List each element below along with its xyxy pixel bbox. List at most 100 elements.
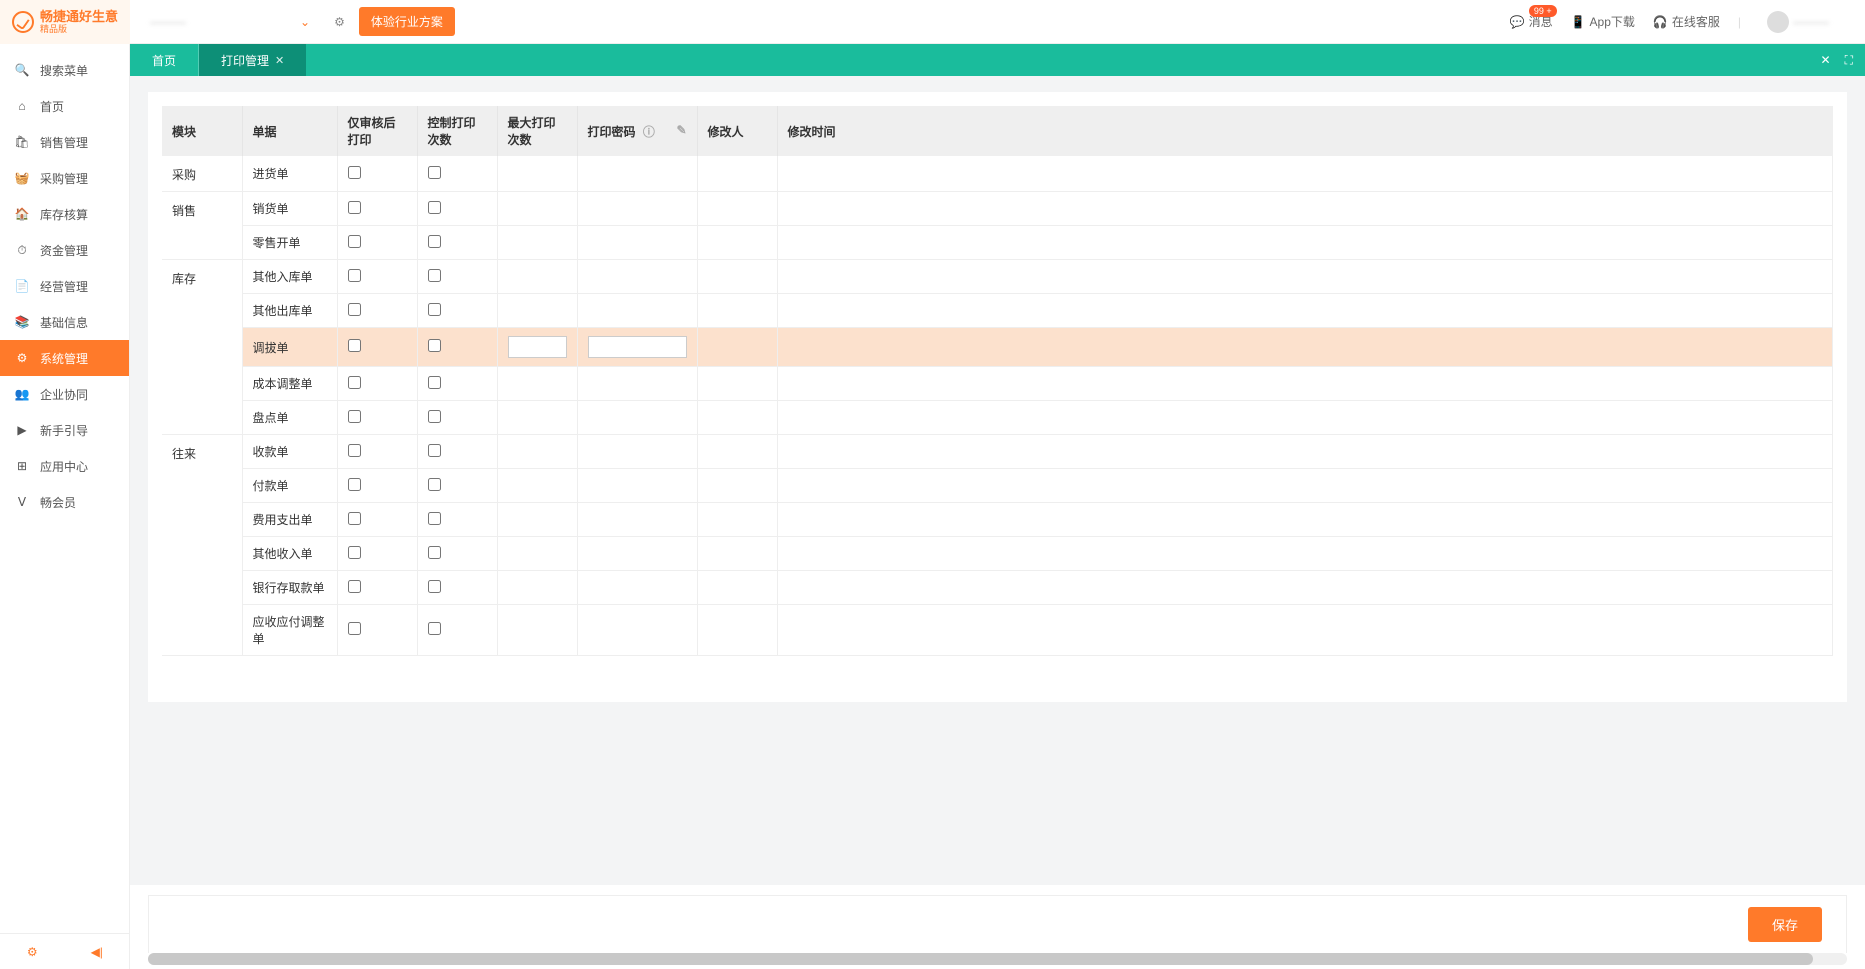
pwd-cell — [577, 294, 697, 328]
limit-checkbox[interactable] — [428, 166, 441, 179]
sidebar-item-coop[interactable]: 👥企业协同 — [0, 376, 129, 412]
audited-checkbox[interactable] — [348, 580, 361, 593]
time-cell — [777, 605, 1833, 656]
doc-cell: 银行存取款单 — [242, 571, 337, 605]
sidebar-item-label: 首页 — [40, 98, 64, 115]
messages-button[interactable]: 💬 消息 99 + — [1510, 13, 1553, 30]
sidebar-item-home[interactable]: ⌂首页 — [0, 88, 129, 124]
tab-0[interactable]: 首页 — [130, 44, 199, 76]
audited-cell — [337, 192, 417, 226]
limit-checkbox[interactable] — [428, 303, 441, 316]
sidebar-item-stock[interactable]: 🏠库存核算 — [0, 196, 129, 232]
fullscreen-icon[interactable]: ⛶ — [1845, 53, 1853, 68]
audited-checkbox[interactable] — [348, 622, 361, 635]
scrollbar-thumb[interactable] — [148, 953, 1813, 965]
save-button[interactable]: 保存 — [1748, 907, 1822, 942]
table-row: 其他收入单 — [162, 537, 1833, 571]
time-cell — [777, 469, 1833, 503]
audited-checkbox[interactable] — [348, 235, 361, 248]
doc-cell: 收款单 — [242, 435, 337, 469]
audited-cell — [337, 605, 417, 656]
help-icon[interactable]: ⓘ — [643, 125, 655, 139]
account-switcher[interactable]: ——— ⌄ — [150, 15, 320, 29]
table-row: 付款单 — [162, 469, 1833, 503]
tab-1[interactable]: 打印管理✕ — [199, 44, 306, 76]
time-cell — [777, 192, 1833, 226]
limit-checkbox[interactable] — [428, 512, 441, 525]
time-cell — [777, 328, 1833, 367]
audited-cell — [337, 156, 417, 192]
audited-checkbox[interactable] — [348, 512, 361, 525]
audited-checkbox[interactable] — [348, 201, 361, 214]
sidebar-bottom-collapse[interactable]: ◀| — [65, 934, 130, 969]
audited-checkbox[interactable] — [348, 410, 361, 423]
audited-checkbox[interactable] — [348, 546, 361, 559]
max-cell — [497, 469, 577, 503]
sidebar-item-label: 畅会员 — [40, 494, 76, 511]
audited-checkbox[interactable] — [348, 339, 361, 352]
brand-name: 畅捷通好生意 — [40, 10, 118, 23]
time-cell — [777, 260, 1833, 294]
pwd-cell — [577, 435, 697, 469]
limit-checkbox[interactable] — [428, 580, 441, 593]
audited-checkbox[interactable] — [348, 269, 361, 282]
tab-close-all-icon[interactable]: ✕ — [1821, 53, 1831, 67]
time-cell — [777, 226, 1833, 260]
user-menu[interactable]: ——— — [1759, 11, 1853, 33]
audited-cell — [337, 435, 417, 469]
audited-cell — [337, 260, 417, 294]
sidebar-item-vip[interactable]: Ⅴ畅会员 — [0, 484, 129, 520]
tab-close-icon[interactable]: ✕ — [275, 54, 284, 67]
sidebar-item-base[interactable]: 📚基础信息 — [0, 304, 129, 340]
limit-cell — [417, 503, 497, 537]
limit-checkbox[interactable] — [428, 376, 441, 389]
sidebar-item-purchase[interactable]: 🧺采购管理 — [0, 160, 129, 196]
online-service-button[interactable]: 🎧 在线客服 — [1653, 13, 1720, 30]
limit-checkbox[interactable] — [428, 478, 441, 491]
sidebar-item-guide[interactable]: ▶新手引导 — [0, 412, 129, 448]
industry-plan-button[interactable]: 体验行业方案 — [359, 7, 455, 36]
audited-cell — [337, 503, 417, 537]
horizontal-scrollbar[interactable] — [148, 953, 1847, 965]
headset-icon: 🎧 — [1653, 15, 1668, 29]
sidebar-item-sales[interactable]: 🛍销售管理 — [0, 124, 129, 160]
sidebar-item-sys[interactable]: ⚙系统管理 — [0, 340, 129, 376]
edit-column-icon[interactable]: ✎ — [676, 123, 686, 137]
max-count-input[interactable] — [508, 336, 567, 358]
limit-checkbox[interactable] — [428, 444, 441, 457]
audited-checkbox[interactable] — [348, 303, 361, 316]
coop-icon: 👥 — [14, 387, 30, 401]
sidebar-item-search[interactable]: 🔍搜索菜单 — [0, 52, 129, 88]
print-settings-table: 模块 单据 仅审核后打印 控制打印次数 最大打印次数 打印密码 ⓘ ✎ — [162, 106, 1833, 656]
limit-checkbox[interactable] — [428, 410, 441, 423]
audited-checkbox[interactable] — [348, 444, 361, 457]
limit-checkbox[interactable] — [428, 201, 441, 214]
sys-icon: ⚙ — [14, 351, 30, 365]
doc-cell: 销货单 — [242, 192, 337, 226]
password-input[interactable] — [588, 336, 687, 358]
limit-checkbox[interactable] — [428, 546, 441, 559]
doc-cell: 应收应付调整单 — [242, 605, 337, 656]
sidebar-item-biz[interactable]: 📄经营管理 — [0, 268, 129, 304]
max-cell — [497, 571, 577, 605]
limit-checkbox[interactable] — [428, 339, 441, 352]
audited-checkbox[interactable] — [348, 376, 361, 389]
limit-cell — [417, 435, 497, 469]
time-cell — [777, 401, 1833, 435]
editor-cell — [697, 571, 777, 605]
settings-icon[interactable]: ⚙ — [334, 15, 345, 29]
audited-cell — [337, 401, 417, 435]
limit-checkbox[interactable] — [428, 235, 441, 248]
sidebar-item-apps[interactable]: ⊞应用中心 — [0, 448, 129, 484]
app-download-button[interactable]: 📱 App下载 — [1571, 13, 1635, 30]
audited-checkbox[interactable] — [348, 478, 361, 491]
limit-checkbox[interactable] — [428, 269, 441, 282]
limit-checkbox[interactable] — [428, 622, 441, 635]
sidebar-bottom-settings[interactable]: ⚙ — [0, 934, 65, 969]
audited-checkbox[interactable] — [348, 166, 361, 179]
time-cell — [777, 503, 1833, 537]
biz-icon: 📄 — [14, 279, 30, 293]
limit-cell — [417, 226, 497, 260]
time-cell — [777, 571, 1833, 605]
sidebar-item-finance[interactable]: ⏱资金管理 — [0, 232, 129, 268]
